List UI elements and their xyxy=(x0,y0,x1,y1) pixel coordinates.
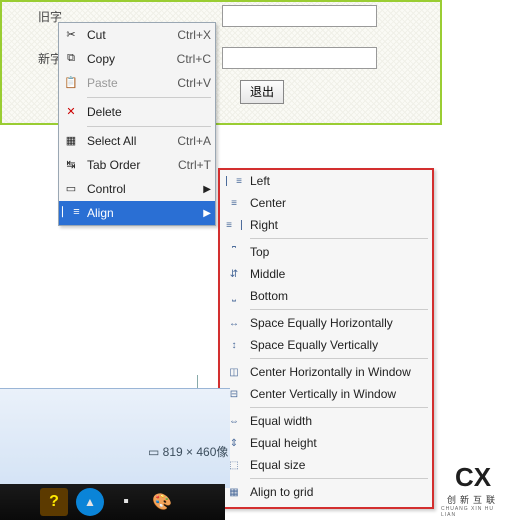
logo-cn: 创新互联 xyxy=(447,493,499,506)
menu-align-label: Align xyxy=(87,206,114,220)
selection-marker xyxy=(197,375,217,389)
dimensions-readout: ▭ 819 × 460像 xyxy=(148,443,228,460)
taskbar-help-icon[interactable]: ? xyxy=(40,488,68,516)
menu-paste-shortcut: Ctrl+V xyxy=(177,76,211,90)
menu-copy-shortcut: Ctrl+C xyxy=(177,52,211,66)
menu-delete-label: Delete xyxy=(87,105,122,119)
logo-mark: CX xyxy=(455,462,491,493)
center-horiz-window-icon: ◫ xyxy=(226,364,242,380)
dimensions-icon: ▭ xyxy=(148,445,163,459)
menu-taborder-shortcut: Ctrl+T xyxy=(178,158,211,172)
align-right-label: Right xyxy=(250,218,278,232)
align-top[interactable]: ⎴ Top xyxy=(220,241,432,263)
paste-icon: 📋 xyxy=(63,74,79,90)
center-vert-window[interactable]: ⊟ Center Vertically in Window xyxy=(220,383,432,405)
menu-separator xyxy=(250,358,428,359)
align-left-icon: ⎸≡ xyxy=(226,173,242,189)
chevron-right-icon: ▶ xyxy=(203,208,211,219)
taskbar-terminal-icon[interactable]: ▪ xyxy=(112,488,140,516)
align-middle[interactable]: ⇵ Middle xyxy=(220,263,432,285)
menu-align[interactable]: ⎸≡ Align ▶ xyxy=(59,201,215,225)
dimensions-text: 819 × 460像 xyxy=(163,445,229,459)
menu-delete[interactable]: ✕ Delete xyxy=(59,100,215,124)
align-left-label: Left xyxy=(250,174,270,188)
select-all-icon: ▦ xyxy=(63,132,79,148)
align-center-label: Center xyxy=(250,196,286,210)
space-vert-icon: ↕ xyxy=(226,337,242,353)
align-left[interactable]: ⎸≡ Left xyxy=(220,170,432,192)
menu-control-label: Control xyxy=(87,182,126,196)
menu-separator xyxy=(87,97,211,98)
input-old-char[interactable] xyxy=(222,5,377,27)
menu-select-all[interactable]: ▦ Select All Ctrl+A xyxy=(59,129,215,153)
menu-separator xyxy=(250,478,428,479)
equal-size[interactable]: ⬚ Equal size xyxy=(220,454,432,476)
menu-separator xyxy=(250,407,428,408)
taskbar: ? ▲ ▪ 🎨 xyxy=(0,484,225,520)
align-bottom-icon: ⎵ xyxy=(226,288,242,304)
delete-icon: ✕ xyxy=(63,103,79,119)
menu-copy-label: Copy xyxy=(87,52,115,66)
menu-separator xyxy=(87,126,211,127)
align-submenu: ⎸≡ Left ≡ Center ≡⎹ Right ⎴ Top ⇵ Middle… xyxy=(218,168,434,509)
tab-order-icon: ↹ xyxy=(63,156,79,172)
taskbar-app-icon[interactable]: ▲ xyxy=(76,488,104,516)
equal-size-label: Equal size xyxy=(250,458,305,472)
menu-cut-label: Cut xyxy=(87,28,106,42)
exit-button[interactable]: 退出 xyxy=(240,80,284,104)
control-icon: ▭ xyxy=(63,180,79,196)
align-right-icon: ≡⎹ xyxy=(226,217,242,233)
menu-cut[interactable]: ✂ Cut Ctrl+X xyxy=(59,23,215,47)
menu-tab-order[interactable]: ↹ Tab Order Ctrl+T xyxy=(59,153,215,177)
status-bar xyxy=(0,388,230,488)
align-middle-label: Middle xyxy=(250,267,285,281)
menu-paste: 📋 Paste Ctrl+V xyxy=(59,71,215,95)
menu-copy[interactable]: ⧉ Copy Ctrl+C xyxy=(59,47,215,71)
align-to-grid[interactable]: ▦ Align to grid xyxy=(220,481,432,503)
space-eq-vert-label: Space Equally Vertically xyxy=(250,338,378,352)
align-middle-icon: ⇵ xyxy=(226,266,242,282)
space-eq-vert[interactable]: ↕ Space Equally Vertically xyxy=(220,334,432,356)
menu-taborder-label: Tab Order xyxy=(87,158,140,172)
align-top-label: Top xyxy=(250,245,269,259)
space-eq-horiz[interactable]: ↔ Space Equally Horizontally xyxy=(220,312,432,334)
menu-separator xyxy=(250,238,428,239)
taskbar-paint-icon[interactable]: 🎨 xyxy=(148,488,176,516)
menu-control[interactable]: ▭ Control ▶ xyxy=(59,177,215,201)
equal-height-label: Equal height xyxy=(250,436,317,450)
align-right[interactable]: ≡⎹ Right xyxy=(220,214,432,236)
chevron-right-icon: ▶ xyxy=(203,184,211,195)
equal-width[interactable]: ⇔ Equal width xyxy=(220,410,432,432)
align-center[interactable]: ≡ Center xyxy=(220,192,432,214)
menu-cut-shortcut: Ctrl+X xyxy=(177,28,211,42)
menu-selall-shortcut: Ctrl+A xyxy=(177,134,211,148)
space-horiz-icon: ↔ xyxy=(226,315,242,331)
logo-py: CHUANG XIN HU LIAN xyxy=(441,506,505,518)
align-top-icon: ⎴ xyxy=(226,244,242,260)
input-new-char[interactable] xyxy=(222,47,377,69)
menu-paste-label: Paste xyxy=(87,76,118,90)
context-menu: ✂ Cut Ctrl+X ⧉ Copy Ctrl+C 📋 Paste Ctrl+… xyxy=(58,22,216,226)
align-to-grid-label: Align to grid xyxy=(250,485,313,499)
align-center-icon: ≡ xyxy=(226,195,242,211)
equal-height[interactable]: ⇕ Equal height xyxy=(220,432,432,454)
space-eq-horiz-label: Space Equally Horizontally xyxy=(250,316,393,330)
center-vert-window-label: Center Vertically in Window xyxy=(250,387,396,401)
equal-width-label: Equal width xyxy=(250,414,312,428)
align-bottom[interactable]: ⎵ Bottom xyxy=(220,285,432,307)
menu-selall-label: Select All xyxy=(87,134,136,148)
brand-logo: CX 创新互联 CHUANG XIN HU LIAN xyxy=(441,462,505,518)
center-horiz-window-label: Center Horizontally in Window xyxy=(250,365,411,379)
menu-separator xyxy=(250,309,428,310)
copy-icon: ⧉ xyxy=(63,50,79,66)
align-icon: ⎸≡ xyxy=(63,204,79,220)
align-bottom-label: Bottom xyxy=(250,289,288,303)
cut-icon: ✂ xyxy=(63,26,79,42)
center-horiz-window[interactable]: ◫ Center Horizontally in Window xyxy=(220,361,432,383)
